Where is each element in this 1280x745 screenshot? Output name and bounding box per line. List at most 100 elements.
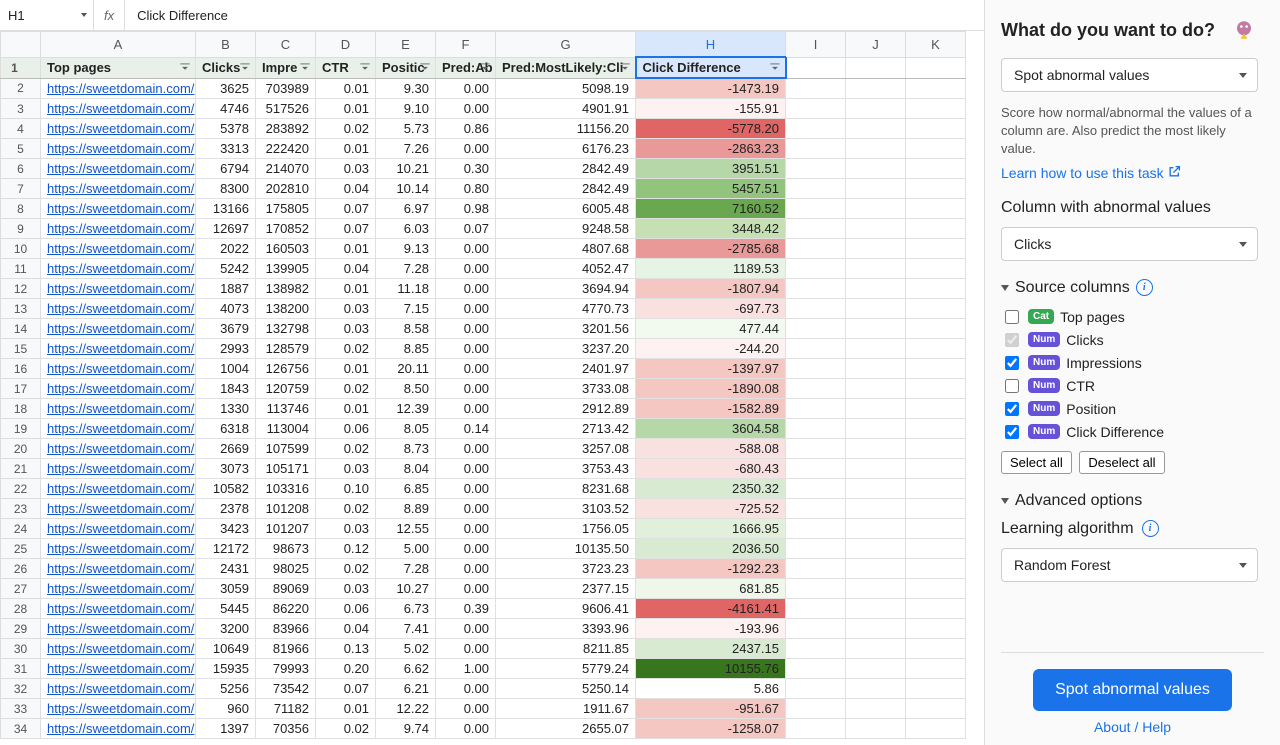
clicks-cell[interactable]: 3073 (196, 459, 256, 479)
empty-cell[interactable] (846, 479, 906, 499)
diff-cell[interactable]: -2785.68 (636, 239, 786, 259)
ctr-cell[interactable]: 0.01 (316, 699, 376, 719)
clicks-cell[interactable]: 1004 (196, 359, 256, 379)
empty-cell[interactable] (846, 659, 906, 679)
empty-cell[interactable] (906, 339, 966, 359)
page-link-cell[interactable]: https://sweetdomain.com/ (41, 239, 196, 259)
ctr-cell[interactable]: 0.03 (316, 579, 376, 599)
filter-icon[interactable] (618, 61, 632, 75)
empty-cell[interactable] (846, 219, 906, 239)
clicks-cell[interactable]: 2431 (196, 559, 256, 579)
position-cell[interactable]: 9.30 (376, 78, 436, 99)
empty-cell[interactable] (786, 99, 846, 119)
diff-cell[interactable]: -1292.23 (636, 559, 786, 579)
page-link-cell[interactable]: https://sweetdomain.com/ (41, 439, 196, 459)
ctr-cell[interactable]: 0.06 (316, 599, 376, 619)
filter-icon[interactable] (298, 61, 312, 75)
source-col-checkbox[interactable] (1005, 310, 1019, 324)
empty-cell[interactable] (786, 379, 846, 399)
impressions-cell[interactable]: 83966 (256, 619, 316, 639)
ctr-cell[interactable]: 0.13 (316, 639, 376, 659)
page-link-cell[interactable]: https://sweetdomain.com/ (41, 619, 196, 639)
diff-cell[interactable]: 10155.76 (636, 659, 786, 679)
empty-cell[interactable] (786, 639, 846, 659)
predml-cell[interactable]: 1911.67 (496, 699, 636, 719)
empty-cell[interactable] (846, 359, 906, 379)
diff-cell[interactable]: -725.52 (636, 499, 786, 519)
diff-cell[interactable]: -5778.20 (636, 119, 786, 139)
empty-cell[interactable] (786, 659, 846, 679)
clicks-cell[interactable]: 12172 (196, 539, 256, 559)
diff-cell[interactable]: 5.86 (636, 679, 786, 699)
empty-cell[interactable] (846, 379, 906, 399)
empty-cell[interactable] (786, 599, 846, 619)
ctr-cell[interactable]: 0.01 (316, 99, 376, 119)
impressions-cell[interactable]: 517526 (256, 99, 316, 119)
empty-cell[interactable] (786, 539, 846, 559)
table-header-impre[interactable]: Impre (256, 57, 316, 78)
empty-cell[interactable] (906, 619, 966, 639)
name-box[interactable]: H1 (0, 0, 94, 30)
clicks-cell[interactable]: 15935 (196, 659, 256, 679)
ctr-cell[interactable]: 0.01 (316, 359, 376, 379)
task-select[interactable]: Spot abnormal values (1001, 58, 1258, 92)
impressions-cell[interactable]: 98025 (256, 559, 316, 579)
info-icon[interactable]: i (1136, 279, 1153, 296)
ctr-cell[interactable]: 0.03 (316, 159, 376, 179)
impressions-cell[interactable]: 128579 (256, 339, 316, 359)
empty-cell[interactable] (906, 199, 966, 219)
clicks-cell[interactable]: 3423 (196, 519, 256, 539)
position-cell[interactable]: 12.22 (376, 699, 436, 719)
row-header[interactable]: 25 (1, 539, 41, 559)
predml-cell[interactable]: 3257.08 (496, 439, 636, 459)
clicks-cell[interactable]: 3625 (196, 78, 256, 99)
ctr-cell[interactable]: 0.03 (316, 519, 376, 539)
impressions-cell[interactable]: 126756 (256, 359, 316, 379)
row-header[interactable]: 17 (1, 379, 41, 399)
clicks-cell[interactable]: 1887 (196, 279, 256, 299)
empty-cell[interactable] (846, 159, 906, 179)
filter-icon[interactable] (768, 61, 782, 75)
impressions-cell[interactable]: 222420 (256, 139, 316, 159)
row-header[interactable]: 24 (1, 519, 41, 539)
page-link-cell[interactable]: https://sweetdomain.com/ (41, 219, 196, 239)
impressions-cell[interactable]: 703989 (256, 78, 316, 99)
predab-cell[interactable]: 0.00 (436, 459, 496, 479)
empty-cell[interactable] (786, 399, 846, 419)
diff-cell[interactable]: 3604.58 (636, 419, 786, 439)
clicks-cell[interactable]: 2378 (196, 499, 256, 519)
predab-cell[interactable]: 0.00 (436, 619, 496, 639)
predab-cell[interactable]: 0.00 (436, 539, 496, 559)
page-link-cell[interactable]: https://sweetdomain.com/ (41, 139, 196, 159)
col-header-H[interactable]: H (636, 32, 786, 58)
predml-cell[interactable]: 6176.23 (496, 139, 636, 159)
page-link-cell[interactable]: https://sweetdomain.com/ (41, 419, 196, 439)
row-header[interactable]: 21 (1, 459, 41, 479)
page-link-cell[interactable]: https://sweetdomain.com/ (41, 379, 196, 399)
diff-cell[interactable]: -1473.19 (636, 78, 786, 99)
impressions-cell[interactable]: 101207 (256, 519, 316, 539)
position-cell[interactable]: 6.03 (376, 219, 436, 239)
row-header[interactable]: 1 (1, 57, 41, 78)
col-header-I[interactable]: I (786, 32, 846, 58)
position-cell[interactable]: 7.15 (376, 299, 436, 319)
position-cell[interactable]: 6.85 (376, 479, 436, 499)
ctr-cell[interactable]: 0.03 (316, 319, 376, 339)
diff-cell[interactable]: -1582.89 (636, 399, 786, 419)
empty-cell[interactable] (786, 679, 846, 699)
source-col-checkbox[interactable] (1005, 402, 1019, 416)
impressions-cell[interactable]: 89069 (256, 579, 316, 599)
diff-cell[interactable]: -1890.08 (636, 379, 786, 399)
impressions-cell[interactable]: 71182 (256, 699, 316, 719)
predab-cell[interactable]: 0.00 (436, 279, 496, 299)
impressions-cell[interactable]: 79993 (256, 659, 316, 679)
row-header[interactable]: 20 (1, 439, 41, 459)
diff-cell[interactable]: 2350.32 (636, 479, 786, 499)
empty-cell[interactable] (846, 619, 906, 639)
empty-cell[interactable] (906, 219, 966, 239)
predml-cell[interactable]: 5779.24 (496, 659, 636, 679)
page-link-cell[interactable]: https://sweetdomain.com/ (41, 119, 196, 139)
ctr-cell[interactable]: 0.12 (316, 539, 376, 559)
filter-icon[interactable] (358, 61, 372, 75)
predab-cell[interactable]: 0.07 (436, 219, 496, 239)
